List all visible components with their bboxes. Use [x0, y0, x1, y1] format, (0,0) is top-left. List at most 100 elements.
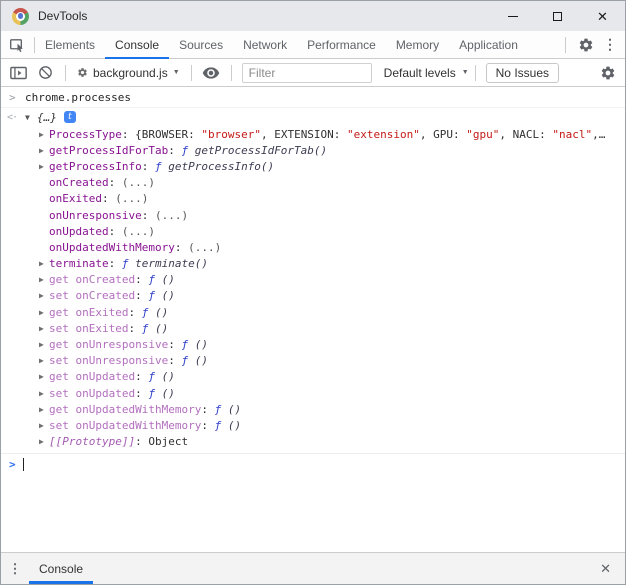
tree-row[interactable]: ▶ get onUnresponsive: ƒ ()	[1, 336, 625, 352]
tab-memory[interactable]: Memory	[386, 31, 449, 58]
token-faded: set onCreated	[49, 289, 136, 303]
tree-row[interactable]: ▶ set onExited: ƒ ()	[1, 320, 625, 336]
console-toolbar: background.js ▼ Default levels ▼ No Issu…	[1, 59, 625, 87]
expand-arrow-icon[interactable]: ▶	[39, 405, 49, 414]
token-fnf: ƒ	[141, 305, 155, 319]
drawer-close-button[interactable]: ✕	[600, 561, 611, 577]
execution-context-selector[interactable]: background.js ▼	[72, 59, 185, 86]
log-levels-dropdown[interactable]: Default levels ▼	[384, 66, 469, 80]
drawer-tab-console[interactable]: Console	[29, 553, 94, 584]
expand-arrow-icon[interactable]: ▶	[39, 130, 49, 139]
expand-arrow-icon[interactable]: ▶	[39, 275, 49, 284]
expand-arrow-icon[interactable]: ▶	[39, 291, 49, 300]
tab-performance[interactable]: Performance	[297, 31, 386, 58]
token-faded: get onCreated	[49, 273, 136, 287]
tree-row[interactable]: ▶ getProcessInfo: ƒ getProcessInfo()	[1, 158, 625, 174]
token-fnf: ƒ	[148, 370, 162, 384]
tree-row[interactable]: ▶ getProcessIdForTab: ƒ getProcessIdForTa…	[1, 142, 625, 158]
tree-row[interactable]: onUpdated: (...)	[1, 223, 625, 239]
token-fnf: ƒ	[154, 159, 169, 173]
token-key: getProcessInfo	[49, 159, 142, 173]
settings-button[interactable]	[572, 31, 599, 58]
console-settings-button[interactable]	[594, 59, 621, 86]
token-fnf: ƒ	[214, 402, 228, 416]
token-key: onUpdated	[49, 224, 109, 238]
expand-arrow-icon[interactable]: ▶	[39, 340, 49, 349]
tab-network[interactable]: Network	[233, 31, 297, 58]
clear-console-button[interactable]	[32, 59, 59, 86]
expand-arrow-icon[interactable]: ▶	[39, 372, 49, 381]
console-prompt[interactable]: >	[1, 454, 625, 475]
inspect-element-button[interactable]	[1, 31, 34, 58]
token-dots[interactable]: (...)	[115, 192, 148, 205]
token-dots[interactable]: (...)	[122, 225, 155, 238]
tree-row[interactable]: ▶ set onCreated: ƒ ()	[1, 288, 625, 304]
tab-label: Application	[459, 37, 518, 52]
issues-label: No Issues	[495, 65, 549, 80]
tree-row[interactable]: ▶ get onCreated: ƒ ()	[1, 272, 625, 288]
tab-console[interactable]: Console	[105, 31, 170, 59]
kebab-icon: ⋮	[8, 560, 22, 576]
gear-icon	[600, 65, 616, 81]
expand-arrow-icon[interactable]: ▶	[39, 324, 49, 333]
expand-arrow-icon[interactable]: ▶	[39, 162, 49, 171]
expand-arrow-icon[interactable]: ▶	[39, 308, 49, 317]
tree-row[interactable]: ▶ set onUpdatedWithMemory: ƒ ()	[1, 417, 625, 433]
tree-row[interactable]: ▶ terminate: ƒ terminate()	[1, 256, 625, 272]
drawer-menu-button[interactable]: ⋮	[1, 561, 29, 577]
token-plain: :	[141, 208, 155, 222]
tree-row[interactable]: onExited: (...)	[1, 191, 625, 207]
tree-row[interactable]: ▶ get onExited: ƒ ()	[1, 304, 625, 320]
window-title: DevTools	[38, 9, 88, 23]
tree-row[interactable]: onUpdatedWithMemory: (...)	[1, 239, 625, 255]
console-sidebar-toggle-button[interactable]	[5, 59, 32, 86]
token-fnsig: ()	[227, 418, 242, 432]
tab-label: Elements	[45, 37, 96, 52]
tree-row[interactable]: ▶ set onUnresponsive: ƒ ()	[1, 353, 625, 369]
token-dots[interactable]: (...)	[155, 209, 188, 222]
console-output[interactable]: > chrome.processes <· ▼ {…} t ▶ ProcessTy…	[1, 87, 625, 552]
separator	[65, 64, 66, 81]
token-fnf: ƒ	[214, 418, 228, 432]
token-plain: :	[128, 305, 142, 319]
tree-row[interactable]: ▶ get onUpdated: ƒ ()	[1, 369, 625, 385]
token-plain: :	[128, 321, 142, 335]
tree-row[interactable]: ▶ set onUpdated: ƒ ()	[1, 385, 625, 401]
live-expression-button[interactable]	[198, 59, 225, 86]
tree-row[interactable]: onCreated: (...)	[1, 175, 625, 191]
expand-arrow-icon[interactable]: ▶	[39, 389, 49, 398]
tree-row[interactable]: ▶ get onUpdatedWithMemory: ƒ ()	[1, 401, 625, 417]
expand-arrow-icon[interactable]: ▶	[39, 259, 49, 268]
more-options-button[interactable]: ⋮	[599, 36, 621, 53]
expand-arrow-icon[interactable]: ▶	[39, 356, 49, 365]
tree-row[interactable]: ▶ ProcessType: {BROWSER: "browser", EXTEN…	[1, 126, 625, 142]
object-badge-icon[interactable]: t	[63, 111, 76, 123]
tree-row[interactable]: ▶ [[Prototype]]: Object	[1, 434, 625, 450]
expand-arrow-icon[interactable]: ▶	[39, 421, 49, 430]
token-plain: :	[201, 402, 215, 416]
tab-application[interactable]: Application	[449, 31, 528, 58]
minimize-icon	[507, 15, 518, 17]
expand-arrow-icon[interactable]: ▶	[39, 146, 49, 155]
object-preview[interactable]: {…}	[37, 111, 57, 124]
tree-row[interactable]: onUnresponsive: (...)	[1, 207, 625, 223]
token-fnf: ƒ	[181, 338, 195, 352]
token-fnsig: terminate()	[135, 257, 208, 271]
token-faded: set onUpdated	[49, 386, 136, 400]
console-result-row[interactable]: <· ▼ {…} t	[1, 108, 625, 126]
close-button[interactable]: ✕	[580, 1, 625, 31]
issues-button[interactable]: No Issues	[485, 62, 559, 83]
token-dots[interactable]: (...)	[188, 241, 221, 254]
expand-arrow-icon[interactable]: ▶	[39, 437, 49, 446]
tab-label: Sources	[179, 37, 224, 52]
token-fnsig: ()	[161, 273, 175, 287]
token-dots[interactable]: (...)	[122, 176, 155, 189]
minimize-button[interactable]	[490, 1, 535, 31]
filter-input[interactable]	[241, 62, 372, 83]
tab-elements[interactable]: Elements	[35, 31, 105, 58]
tab-sources[interactable]: Sources	[169, 31, 233, 58]
token-fnf: ƒ	[148, 386, 162, 400]
token-plain: :	[168, 338, 182, 352]
collapse-arrow-icon[interactable]: ▼	[25, 113, 37, 122]
maximize-button[interactable]	[535, 1, 580, 31]
